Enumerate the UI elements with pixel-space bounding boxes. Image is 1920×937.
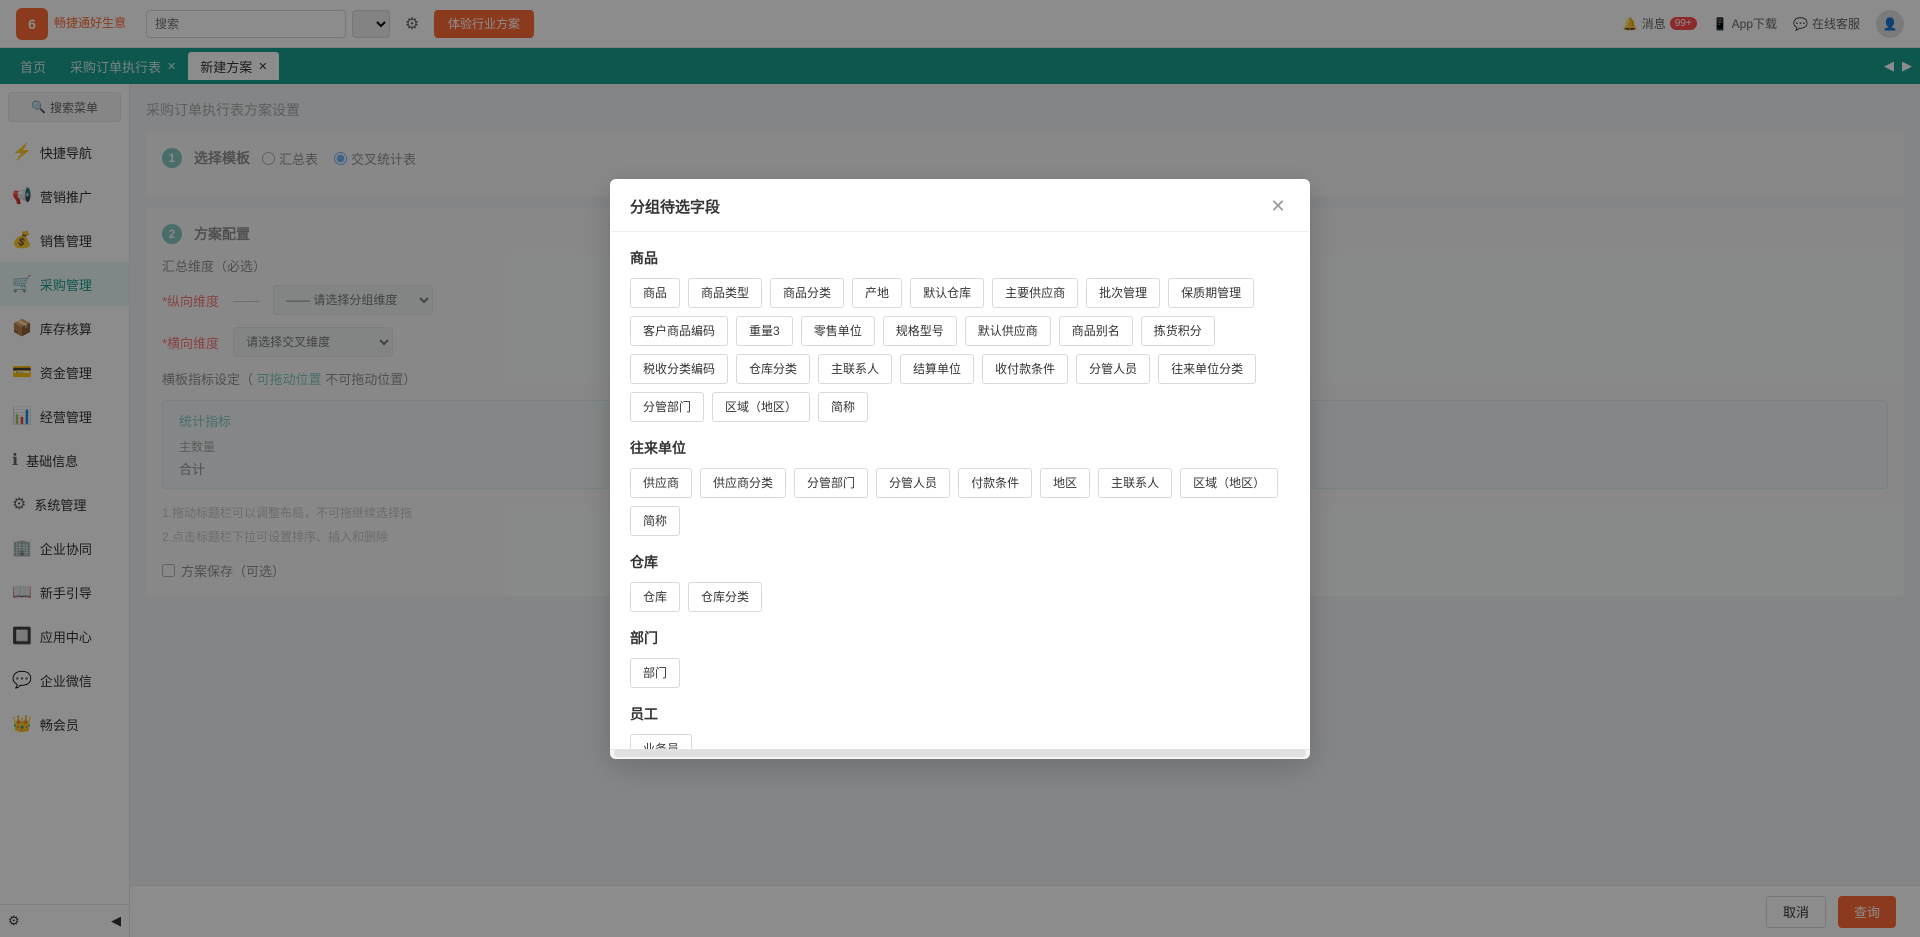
section-partner-title: 往来单位: [630, 438, 1290, 458]
field-tag[interactable]: 重量3: [736, 316, 793, 346]
section-staff-tags: 业务员: [630, 734, 1290, 750]
field-tag[interactable]: 默认供应商: [965, 316, 1051, 346]
field-tag[interactable]: 商品类型: [688, 278, 762, 308]
field-tag[interactable]: 部门: [630, 658, 680, 688]
field-tag[interactable]: 客户商品编码: [630, 316, 728, 346]
field-tag[interactable]: 商品: [630, 278, 680, 308]
field-tag[interactable]: 仓库分类: [688, 582, 762, 612]
field-tag[interactable]: 业务员: [630, 734, 692, 750]
modal-body: 商品 商品商品类型商品分类产地默认仓库主要供应商批次管理保质期管理客户商品编码重…: [610, 232, 1310, 750]
modal-dialog: 分组待选字段 ✕ 商品 商品商品类型商品分类产地默认仓库主要供应商批次管理保质期…: [610, 179, 1310, 759]
section-dept-tags: 部门: [630, 658, 1290, 688]
field-tag[interactable]: 拣货积分: [1141, 316, 1215, 346]
field-tag[interactable]: 区域（地区）: [712, 392, 810, 422]
field-tag[interactable]: 收付款条件: [982, 354, 1068, 384]
field-tag[interactable]: 地区: [1040, 468, 1090, 498]
field-tag[interactable]: 分管人员: [876, 468, 950, 498]
section-partner: 往来单位 供应商供应商分类分管部门分管人员付款条件地区主联系人区域（地区） 简称: [630, 438, 1290, 536]
field-tag[interactable]: 往来单位分类: [1158, 354, 1256, 384]
section-goods-tags: 商品商品类型商品分类产地默认仓库主要供应商批次管理保质期管理客户商品编码重量3 零…: [630, 278, 1290, 422]
section-staff-title: 员工: [630, 704, 1290, 724]
modal-hscrollbar[interactable]: [610, 749, 1310, 758]
field-tag[interactable]: 简称: [630, 506, 680, 536]
field-tag[interactable]: 简称: [818, 392, 868, 422]
field-tag[interactable]: 商品别名: [1059, 316, 1133, 346]
field-tag[interactable]: 仓库: [630, 582, 680, 612]
field-tag[interactable]: 分管部门: [794, 468, 868, 498]
field-tag[interactable]: 税收分类编码: [630, 354, 728, 384]
section-warehouse: 仓库 仓库仓库分类: [630, 552, 1290, 612]
field-tag[interactable]: 付款条件: [958, 468, 1032, 498]
field-tag[interactable]: 批次管理: [1086, 278, 1160, 308]
field-tag[interactable]: 规格型号: [883, 316, 957, 346]
field-tag[interactable]: 供应商分类: [700, 468, 786, 498]
field-tag[interactable]: 分管人员: [1076, 354, 1150, 384]
field-tag[interactable]: 主联系人: [818, 354, 892, 384]
field-tag[interactable]: 主联系人: [1098, 468, 1172, 498]
field-tag[interactable]: 产地: [852, 278, 902, 308]
section-dept-title: 部门: [630, 628, 1290, 648]
field-tag[interactable]: 商品分类: [770, 278, 844, 308]
field-tag[interactable]: 结算单位: [900, 354, 974, 384]
field-tag[interactable]: 保质期管理: [1168, 278, 1254, 308]
section-warehouse-title: 仓库: [630, 552, 1290, 572]
modal-overlay: 分组待选字段 ✕ 商品 商品商品类型商品分类产地默认仓库主要供应商批次管理保质期…: [0, 0, 1920, 937]
field-tag[interactable]: 零售单位: [801, 316, 875, 346]
modal-title: 分组待选字段: [630, 196, 720, 217]
field-tag[interactable]: 仓库分类: [736, 354, 810, 384]
section-goods: 商品 商品商品类型商品分类产地默认仓库主要供应商批次管理保质期管理客户商品编码重…: [630, 248, 1290, 422]
field-tag[interactable]: 供应商: [630, 468, 692, 498]
field-tag[interactable]: 默认仓库: [910, 278, 984, 308]
section-warehouse-tags: 仓库仓库分类: [630, 582, 1290, 612]
section-dept: 部门 部门: [630, 628, 1290, 688]
field-tag[interactable]: 分管部门: [630, 392, 704, 422]
section-staff: 员工 业务员: [630, 704, 1290, 750]
modal-close-button[interactable]: ✕: [1266, 195, 1290, 219]
modal-header: 分组待选字段 ✕: [610, 179, 1310, 232]
section-goods-title: 商品: [630, 248, 1290, 268]
section-partner-tags: 供应商供应商分类分管部门分管人员付款条件地区主联系人区域（地区） 简称: [630, 468, 1290, 536]
field-tag[interactable]: 主要供应商: [992, 278, 1078, 308]
field-tag[interactable]: 区域（地区）: [1180, 468, 1278, 498]
